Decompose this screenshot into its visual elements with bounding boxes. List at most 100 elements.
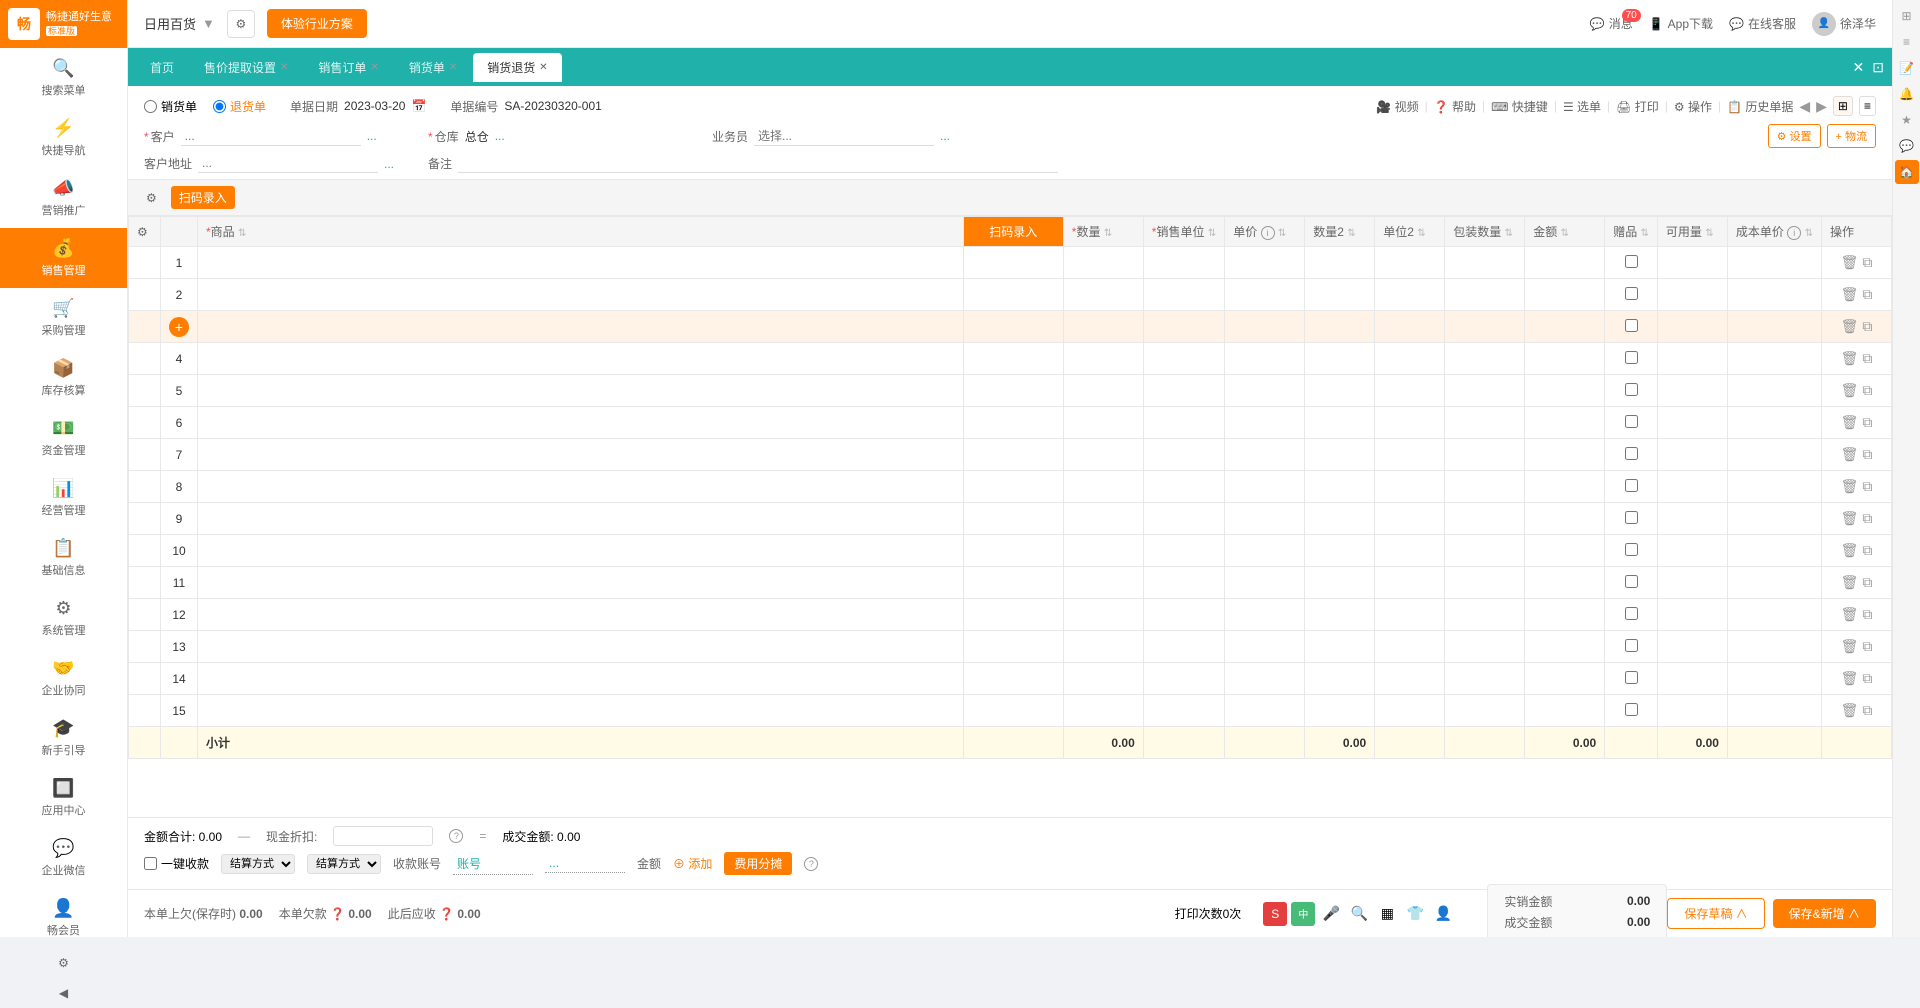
row-unit2-4[interactable] — [1375, 343, 1445, 375]
settlement-select[interactable]: 结算方式 — [221, 854, 295, 874]
row-qty2-6[interactable] — [1305, 407, 1375, 439]
row-pkgqty-15[interactable] — [1445, 695, 1525, 727]
sidebar-item-basic-info[interactable]: 📋 基础信息 — [0, 528, 127, 588]
row-pkgqty-9[interactable] — [1445, 503, 1525, 535]
gift-checkbox-14[interactable] — [1625, 671, 1638, 684]
row-price-12[interactable] — [1225, 599, 1305, 631]
account-select[interactable]: 账号 — [453, 853, 533, 875]
row-gift-15[interactable] — [1605, 695, 1658, 727]
row-avail-13[interactable] — [1657, 631, 1727, 663]
tab-price-extract-close[interactable]: ✕ — [280, 62, 288, 73]
row-amount-2[interactable] — [1525, 279, 1605, 311]
row-gift-1[interactable] — [1605, 247, 1658, 279]
row-product-7[interactable] — [198, 439, 964, 471]
row-gift-7[interactable] — [1605, 439, 1658, 471]
row-pkgqty-4[interactable] — [1445, 343, 1525, 375]
one-key-payment-checkbox[interactable]: 一键收款 — [144, 855, 209, 872]
col-header-price[interactable]: 单价 i ⇅ — [1225, 217, 1305, 247]
row-product-10[interactable] — [198, 535, 964, 567]
col-header-avail[interactable]: 可用量 ⇅ — [1657, 217, 1727, 247]
unit2-sort-icon[interactable]: ⇅ — [1417, 228, 1425, 239]
row-product-4[interactable] — [198, 343, 964, 375]
gift-checkbox-15[interactable] — [1625, 703, 1638, 716]
row-delete-12[interactable]: 🗑 — [1841, 606, 1859, 623]
row-price-6[interactable] — [1225, 407, 1305, 439]
table-settings-btn[interactable]: ⚙ — [140, 188, 163, 208]
row-qty-10[interactable] — [1063, 535, 1143, 567]
sidebar-item-guide[interactable]: 🎓 新手引导 — [0, 708, 127, 768]
price-sort-icon[interactable]: ⇅ — [1278, 228, 1286, 239]
row-costprice-1[interactable] — [1727, 247, 1821, 279]
right-icon-chat[interactable]: 💬 — [1895, 134, 1919, 158]
row-pkgqty-6[interactable] — [1445, 407, 1525, 439]
row-qty2-3[interactable] — [1305, 311, 1375, 343]
gift-checkbox-7[interactable] — [1625, 447, 1638, 460]
row-price-11[interactable] — [1225, 567, 1305, 599]
operations-btn[interactable]: ⚙ 操作 — [1674, 98, 1712, 115]
col-header-costprice[interactable]: 成本单价 i ⇅ — [1727, 217, 1821, 247]
select-btn[interactable]: ☰ 选单 — [1563, 98, 1601, 115]
row-amount-10[interactable] — [1525, 535, 1605, 567]
row-pkgqty-11[interactable] — [1445, 567, 1525, 599]
sidebar-item-marketing[interactable]: 📣 营销推广 — [0, 168, 127, 228]
account-dots[interactable]: ... — [545, 854, 625, 873]
row-unit2-3[interactable] — [1375, 311, 1445, 343]
row-qty-15[interactable] — [1063, 695, 1143, 727]
row-delete-10[interactable]: 🗑 — [1841, 542, 1859, 559]
row-costprice-11[interactable] — [1727, 567, 1821, 599]
avail-sort-icon[interactable]: ⇅ — [1705, 228, 1713, 239]
tab-sales-return[interactable]: 销货退货 ✕ — [473, 53, 561, 82]
row-gift-9[interactable] — [1605, 503, 1658, 535]
row-amount-7[interactable] — [1525, 439, 1605, 471]
row-amount-1[interactable] — [1525, 247, 1605, 279]
row-price-8[interactable] — [1225, 471, 1305, 503]
unit-sort-icon[interactable]: ⇅ — [1208, 228, 1216, 239]
row-unit-3[interactable] — [1143, 311, 1224, 343]
row-qty-1[interactable] — [1063, 247, 1143, 279]
row-costprice-5[interactable] — [1727, 375, 1821, 407]
row-unit2-7[interactable] — [1375, 439, 1445, 471]
col-header-unit[interactable]: *销售单位 ⇅ — [1143, 217, 1224, 247]
right-icon-grid[interactable]: ⊞ — [1895, 4, 1919, 28]
app-download-btn[interactable]: 📱 App下载 — [1649, 15, 1713, 32]
gift-checkbox-4[interactable] — [1625, 351, 1638, 364]
row-unit2-12[interactable] — [1375, 599, 1445, 631]
tab-sales-order[interactable]: 销售订单 ✕ — [304, 53, 392, 82]
row-unit-12[interactable] — [1143, 599, 1224, 631]
online-service-btn[interactable]: 💬 在线客服 — [1729, 15, 1796, 32]
row-pkgqty-7[interactable] — [1445, 439, 1525, 471]
row-costprice-13[interactable] — [1727, 631, 1821, 663]
row-unit-5[interactable] — [1143, 375, 1224, 407]
row-amount-15[interactable] — [1525, 695, 1605, 727]
row-unit-14[interactable] — [1143, 663, 1224, 695]
right-icon-bell[interactable]: 🔔 — [1895, 82, 1919, 106]
row-unit-7[interactable] — [1143, 439, 1224, 471]
radio-return[interactable]: 退货单 — [213, 98, 266, 115]
row-price-5[interactable] — [1225, 375, 1305, 407]
row-delete-9[interactable]: 🗑 — [1841, 510, 1859, 527]
row-qty2-9[interactable] — [1305, 503, 1375, 535]
product-input-3[interactable] — [206, 319, 955, 334]
amount-sort-icon[interactable]: ⇅ — [1561, 228, 1569, 239]
row-qty2-12[interactable] — [1305, 599, 1375, 631]
row-copy-7[interactable]: ⧉ — [1862, 446, 1872, 463]
row-copy-15[interactable]: ⧉ — [1862, 702, 1872, 719]
sidebar-item-operations[interactable]: 📊 经营管理 — [0, 468, 127, 528]
row-gift-4[interactable] — [1605, 343, 1658, 375]
row-delete-8[interactable]: 🗑 — [1841, 478, 1859, 495]
sidebar-item-quick-nav[interactable]: ⚡ 快捷导航 — [0, 108, 127, 168]
row-unit2-2[interactable] — [1375, 279, 1445, 311]
fee-btn[interactable]: 费用分摊 — [724, 852, 792, 875]
row-avail-9[interactable] — [1657, 503, 1727, 535]
row-gift-6[interactable] — [1605, 407, 1658, 439]
right-icon-home[interactable]: 🏠 — [1895, 160, 1919, 184]
message-btn[interactable]: 💬 消息 70 — [1590, 15, 1633, 32]
bottom-icon-qr[interactable]: ▦ — [1375, 902, 1399, 926]
col-header-gift[interactable]: 赠品 ⇅ — [1605, 217, 1658, 247]
row-qty-6[interactable] — [1063, 407, 1143, 439]
sidebar-item-search-menu[interactable]: 🔍 搜索菜单 — [0, 48, 127, 108]
tab-sales-return-close[interactable]: ✕ — [539, 62, 547, 73]
row-price-1[interactable] — [1225, 247, 1305, 279]
row-costprice-12[interactable] — [1727, 599, 1821, 631]
row-avail-5[interactable] — [1657, 375, 1727, 407]
